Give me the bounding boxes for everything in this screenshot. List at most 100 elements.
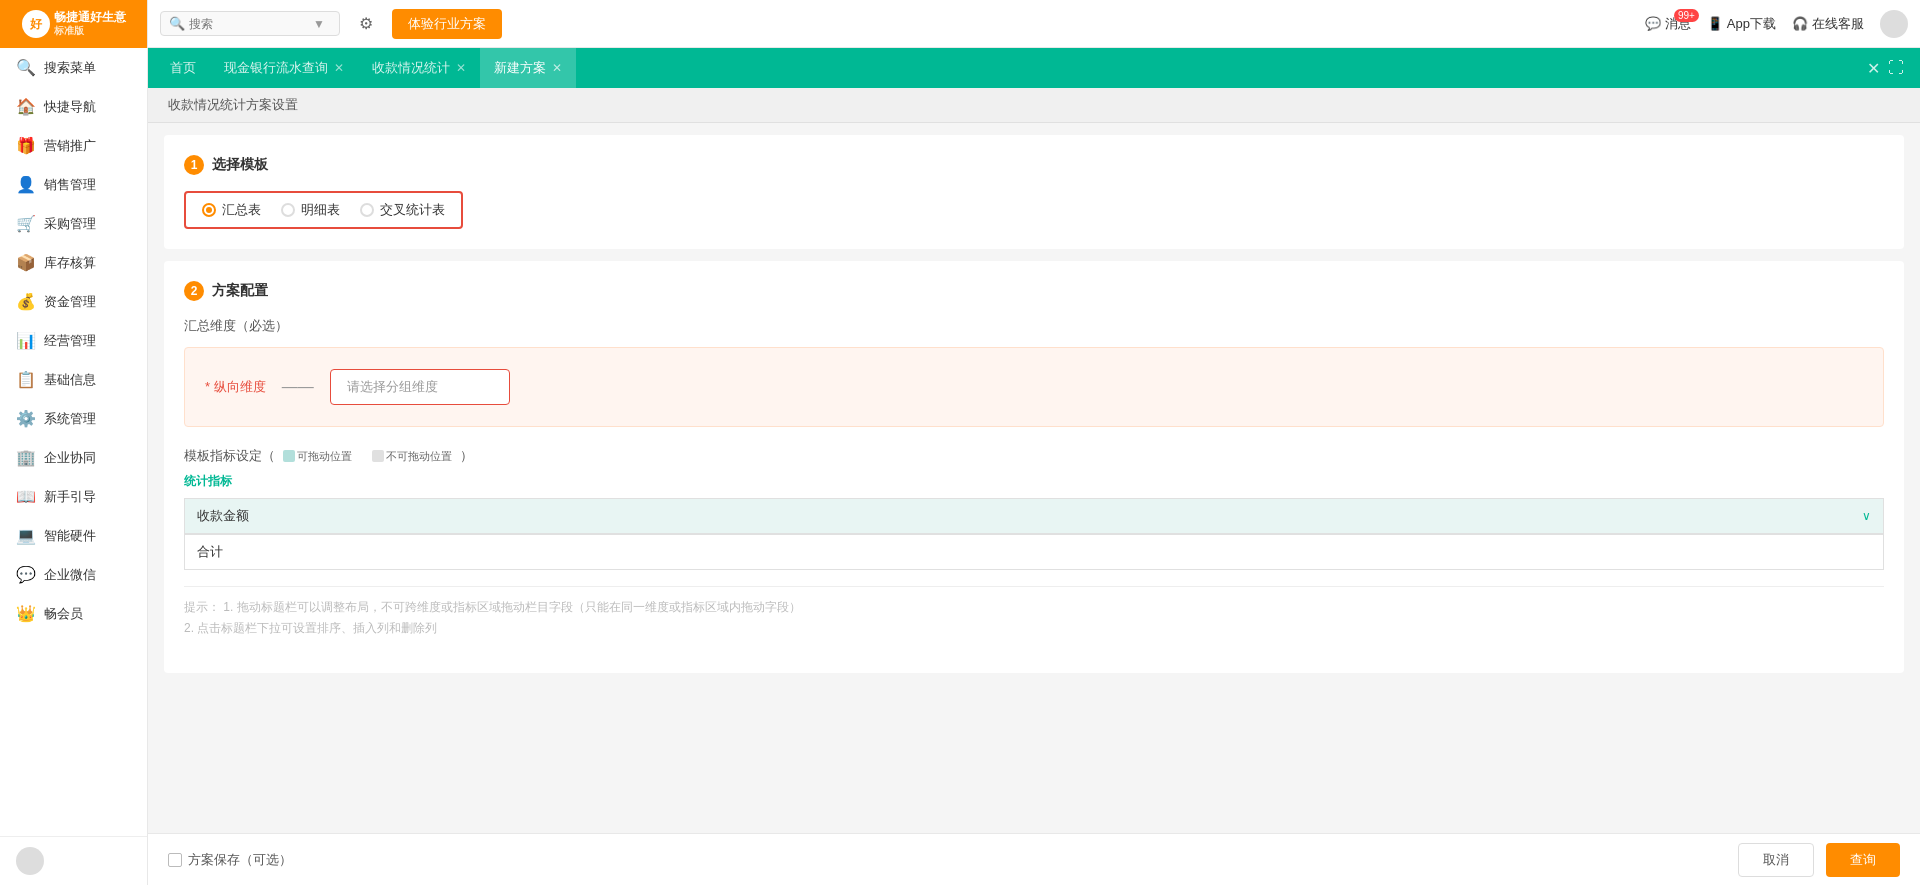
radio-dot-cross-stat	[360, 203, 374, 217]
message-icon: 💬	[1645, 16, 1661, 31]
sidebar-item-purchase[interactable]: 🛒 采购管理	[0, 204, 147, 243]
industry-solution-button[interactable]: 体验行业方案	[392, 9, 502, 39]
indicator-settings: 模板指标设定（ 可拖动位置 不可拖动位置 ） 统计指标	[184, 447, 1884, 570]
sidebar-item-label: 企业微信	[44, 566, 96, 584]
sidebar-item-new-guide[interactable]: 📖 新手引导	[0, 477, 147, 516]
section1-number: 1	[184, 155, 204, 175]
sidebar-item-member[interactable]: 👑 畅会员	[0, 594, 147, 633]
sidebar-item-search-menu[interactable]: 🔍 搜索菜单	[0, 48, 147, 87]
sidebar-logo: 好 畅捷通好生意 标准版	[0, 0, 147, 48]
save-checkbox[interactable]	[168, 853, 182, 867]
tabbar-right-controls: ✕ ⛶	[1867, 59, 1912, 78]
package-icon: 📦	[16, 253, 36, 272]
indicator-table: 收款金额 ∨ 合计	[184, 498, 1884, 570]
customer-service-button[interactable]: 🎧 在线客服	[1792, 15, 1864, 33]
gift-icon: 🎁	[16, 136, 36, 155]
summary-dimension-title-text: 汇总维度（必选）	[184, 317, 288, 335]
sidebar-item-finance[interactable]: 💰 资金管理	[0, 282, 147, 321]
query-button[interactable]: 查询	[1826, 843, 1900, 877]
save-option[interactable]: 方案保存（可选）	[168, 851, 292, 869]
sidebar-item-label: 基础信息	[44, 371, 96, 389]
sidebar-item-label: 企业协同	[44, 449, 96, 467]
sidebar-item-label: 新手引导	[44, 488, 96, 506]
home-icon: 🏠	[16, 97, 36, 116]
money-icon: 💰	[16, 292, 36, 311]
bottom-actions: 取消 查询	[1738, 843, 1900, 877]
indicator-cell-amount[interactable]: 收款金额 ∨	[184, 498, 1884, 534]
app-download-button[interactable]: 📱 App下载	[1707, 15, 1776, 33]
sidebar-bottom	[0, 836, 147, 885]
cancel-button[interactable]: 取消	[1738, 843, 1814, 877]
tab-new-plan[interactable]: 新建方案 ✕	[480, 48, 576, 88]
topbar: 🔍 ▼ ⚙ 体验行业方案 💬 消息 99+ 📱 App下载 🎧 在线客服	[148, 0, 1920, 48]
user-avatar-topbar[interactable]	[1880, 10, 1908, 38]
tab-collection-stat[interactable]: 收款情况统计 ✕	[358, 48, 480, 88]
section2-title: 2 方案配置	[184, 281, 1884, 301]
tips-section: 提示： 1. 拖动标题栏可以调整布局，不可跨维度或指标区域拖动栏目字段（只能在同…	[184, 586, 1884, 653]
logo-text-block: 畅捷通好生意 标准版	[54, 10, 126, 38]
tab-home[interactable]: 首页	[156, 48, 210, 88]
sidebar-item-label: 畅会员	[44, 605, 83, 623]
dimension-arrow: ——	[282, 378, 314, 396]
guide-icon: 📖	[16, 487, 36, 506]
sidebar-item-marketing[interactable]: 🎁 营销推广	[0, 126, 147, 165]
office-icon: 🏢	[16, 448, 36, 467]
service-icon: 🎧	[1792, 16, 1808, 31]
sidebar-item-sales[interactable]: 👤 销售管理	[0, 165, 147, 204]
indicator-cell-amount-label: 收款金额	[197, 507, 249, 525]
tab-new-plan-close-icon[interactable]: ✕	[552, 61, 562, 75]
app-icon: 📱	[1707, 16, 1723, 31]
sidebar-item-enterprise-collab[interactable]: 🏢 企业协同	[0, 438, 147, 477]
radio-detail[interactable]: 明细表	[281, 201, 340, 219]
radio-cross-stat-label: 交叉统计表	[380, 201, 445, 219]
tab-bank-flow-close-icon[interactable]: ✕	[334, 61, 344, 75]
save-label: 方案保存（可选）	[188, 851, 292, 869]
search-input[interactable]	[189, 17, 309, 31]
indicator-settings-suffix: ）	[460, 447, 473, 465]
customer-service-label: 在线客服	[1812, 15, 1864, 33]
sidebar-item-enterprise-wechat[interactable]: 💬 企业微信	[0, 555, 147, 594]
search-icon: 🔍	[16, 58, 36, 77]
section2-label: 方案配置	[212, 282, 268, 300]
tab-bank-flow[interactable]: 现金银行流水查询 ✕	[210, 48, 358, 88]
dimension-select-button[interactable]: 请选择分组维度	[330, 369, 510, 405]
radio-dot-detail	[281, 203, 295, 217]
sidebar-item-smart-hardware[interactable]: 💻 智能硬件	[0, 516, 147, 555]
message-button[interactable]: 💬 消息 99+	[1645, 15, 1691, 33]
indicator-header: 模板指标设定（ 可拖动位置 不可拖动位置 ）	[184, 447, 1884, 465]
tabbar-expand-icon[interactable]: ⛶	[1888, 59, 1904, 77]
user-avatar	[16, 847, 44, 875]
sidebar-item-basic-info[interactable]: 📋 基础信息	[0, 360, 147, 399]
fixed-dot	[372, 450, 384, 462]
logo-main-text: 畅捷通好生意	[54, 10, 126, 24]
indicator-cell-total[interactable]: 合计	[184, 534, 1884, 570]
settings-gear-icon[interactable]: ⚙	[352, 10, 380, 38]
cart-icon: 🛒	[16, 214, 36, 233]
sidebar-item-quick-nav[interactable]: 🏠 快捷导航	[0, 87, 147, 126]
tabbar-close-icon[interactable]: ✕	[1867, 59, 1880, 78]
sidebar-item-label: 快捷导航	[44, 98, 96, 116]
search-box[interactable]: 🔍 ▼	[160, 11, 340, 36]
dimension-area: * 纵向维度 —— 请选择分组维度	[184, 347, 1884, 427]
sidebar-item-inventory[interactable]: 📦 库存核算	[0, 243, 147, 282]
vertical-dimension-label: * 纵向维度	[205, 378, 266, 396]
section1-label: 选择模板	[212, 156, 268, 174]
logo-icon: 好	[22, 10, 50, 38]
draggable-label: 可拖动位置	[297, 449, 352, 464]
tab-home-label: 首页	[170, 59, 196, 77]
radio-cross-stat[interactable]: 交叉统计表	[360, 201, 445, 219]
computer-icon: 💻	[16, 526, 36, 545]
chart-icon: 📊	[16, 331, 36, 350]
crown-icon: 👑	[16, 604, 36, 623]
page-content: 收款情况统计方案设置 1 选择模板 汇总表 明细表	[148, 88, 1920, 885]
indicator-settings-mid	[360, 449, 364, 464]
sidebar-item-operations[interactable]: 📊 经营管理	[0, 321, 147, 360]
draggable-dot	[283, 450, 295, 462]
search-dropdown-icon: ▼	[313, 17, 325, 31]
tab-collection-stat-close-icon[interactable]: ✕	[456, 61, 466, 75]
gear-icon: ⚙️	[16, 409, 36, 428]
sidebar-item-system[interactable]: ⚙️ 系统管理	[0, 399, 147, 438]
radio-summary[interactable]: 汇总表	[202, 201, 261, 219]
cell-chevron-icon: ∨	[1862, 509, 1871, 523]
indicator-col: 收款金额 ∨ 合计	[184, 498, 1884, 570]
